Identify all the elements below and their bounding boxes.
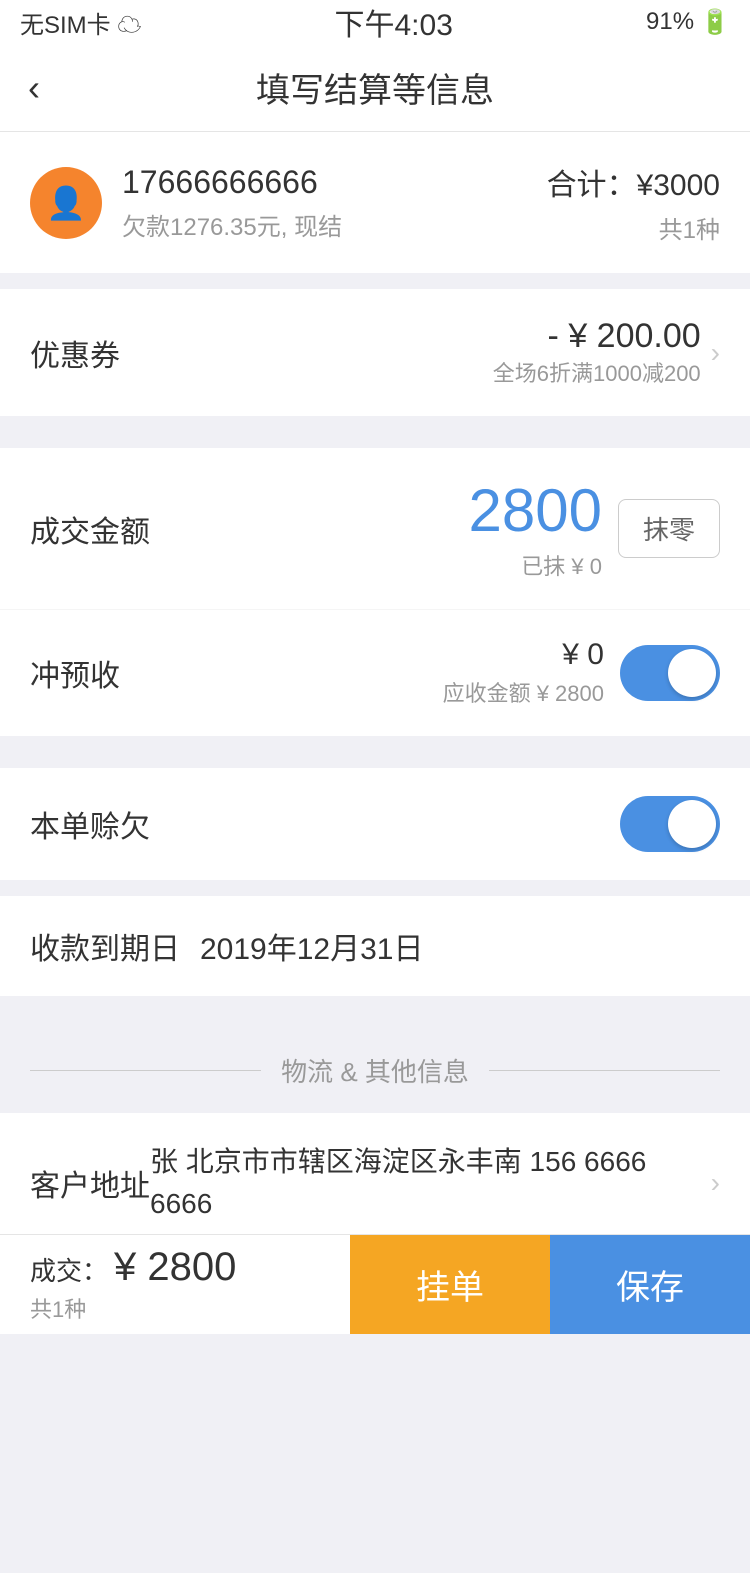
address-row[interactable]: 客户地址 张 北京市市辖区海淀区永丰南 156 6666 6666 › [0,1113,750,1253]
prepaid-toggle[interactable] [620,645,720,701]
user-phone: 17666666666 [122,164,342,201]
due-date-value: 2019年12月31日 [200,924,423,968]
prepaid-amount-col: ¥ 0 应收金额 ¥ 2800 [443,638,604,708]
prepaid-label: 冲预收 [30,651,120,695]
prepaid-row: 冲预收 ¥ 0 应收金额 ¥ 2800 [0,610,750,736]
battery-text: 91% [646,8,694,36]
due-date-label: 收款到期日 [30,924,180,968]
coupon-label: 优惠券 [30,331,120,375]
section-divider-3 [0,1012,750,1028]
status-left: 无SIM卡 ☁ [20,5,141,40]
debt-label: 本单赊欠 [30,802,150,846]
deal-section: 成交金额 2800 已抹 ¥ 0 抹零 冲预收 ¥ 0 应收金额 ¥ 2800 [0,448,750,736]
prepaid-amount: ¥ 0 [443,638,604,672]
coupon-row[interactable]: 优惠券 - ¥ 200.00 全场6折满1000减200 › [0,289,750,416]
hang-order-button[interactable]: 挂单 [350,1235,550,1334]
address-value: 张 北京市市辖区海淀区永丰南 156 6666 6666 [150,1141,711,1225]
order-total: 合计：¥3000 [547,160,720,204]
address-chevron-icon: › [711,1167,720,1199]
bottom-deal-label: 成交： [30,1251,108,1288]
section-divider-1 [0,432,750,448]
battery-icon: 🔋 [700,8,730,37]
debt-toggle[interactable] [620,796,720,852]
debt-right [620,796,720,852]
user-info: 17666666666 欠款1276.35元, 现结 [122,164,342,242]
debt-section: 本单赊欠 [0,768,750,880]
bottom-left: 成交： ¥ 2800 共1种 [0,1245,350,1324]
section-divider-2 [0,752,750,768]
deal-amount-right: 2800 已抹 ¥ 0 抹零 [469,476,721,581]
coupon-desc: 全场6折满1000减200 [493,356,701,388]
round-button[interactable]: 抹零 [618,499,720,558]
bottom-count: 共1种 [30,1292,320,1324]
bottom-bar: 成交： ¥ 2800 共1种 挂单 保存 [0,1234,750,1334]
status-right: 91% 🔋 [646,8,730,37]
coupon-chevron-icon: › [711,337,720,369]
sep-line-right [489,1070,720,1071]
avatar-icon: 👤 [46,184,86,222]
content: 👤 17666666666 欠款1276.35元, 现结 合计：¥3000 共1… [0,132,750,1573]
deal-amount-row: 成交金额 2800 已抹 ¥ 0 抹零 [0,448,750,610]
address-label: 客户地址 [30,1161,150,1205]
user-debt: 欠款1276.35元, 现结 [122,207,342,242]
bottom-deal-amount: ¥ 2800 [114,1245,236,1290]
status-bar: 无SIM卡 ☁ 下午4:03 91% 🔋 [0,0,750,44]
prepaid-right: ¥ 0 应收金额 ¥ 2800 [443,638,720,708]
deal-amount-col: 2800 已抹 ¥ 0 [469,476,602,581]
debt-row: 本单赊欠 [0,768,750,880]
save-button[interactable]: 保存 [550,1235,750,1334]
user-card: 👤 17666666666 欠款1276.35元, 现结 合计：¥3000 共1… [0,132,750,273]
coupon-amount: - ¥ 200.00 [493,317,701,356]
back-button[interactable]: ‹ [28,67,40,109]
prepaid-sub: 应收金额 ¥ 2800 [443,676,604,708]
deal-amount-value: 2800 [469,476,602,545]
order-count: 共1种 [547,210,720,245]
erased-text: 已抹 ¥ 0 [469,549,602,581]
page-title: 填写结算等信息 [256,63,494,112]
avatar: 👤 [30,167,102,239]
sep-line-left [30,1070,261,1071]
due-date-row: 收款到期日 2019年12月31日 [0,896,750,996]
nav-bar: ‹ 填写结算等信息 [0,44,750,132]
user-left: 👤 17666666666 欠款1276.35元, 现结 [30,164,342,242]
status-time: 下午4:03 [335,0,453,44]
user-right: 合计：¥3000 共1种 [547,160,720,245]
deal-amount-label: 成交金额 [30,507,150,551]
logistics-separator: 物流 & 其他信息 [0,1028,750,1113]
logistics-label: 物流 & 其他信息 [281,1052,469,1089]
sim-status: 无SIM卡 ☁ [20,5,141,40]
coupon-right: - ¥ 200.00 全场6折满1000减200 › [493,317,720,388]
